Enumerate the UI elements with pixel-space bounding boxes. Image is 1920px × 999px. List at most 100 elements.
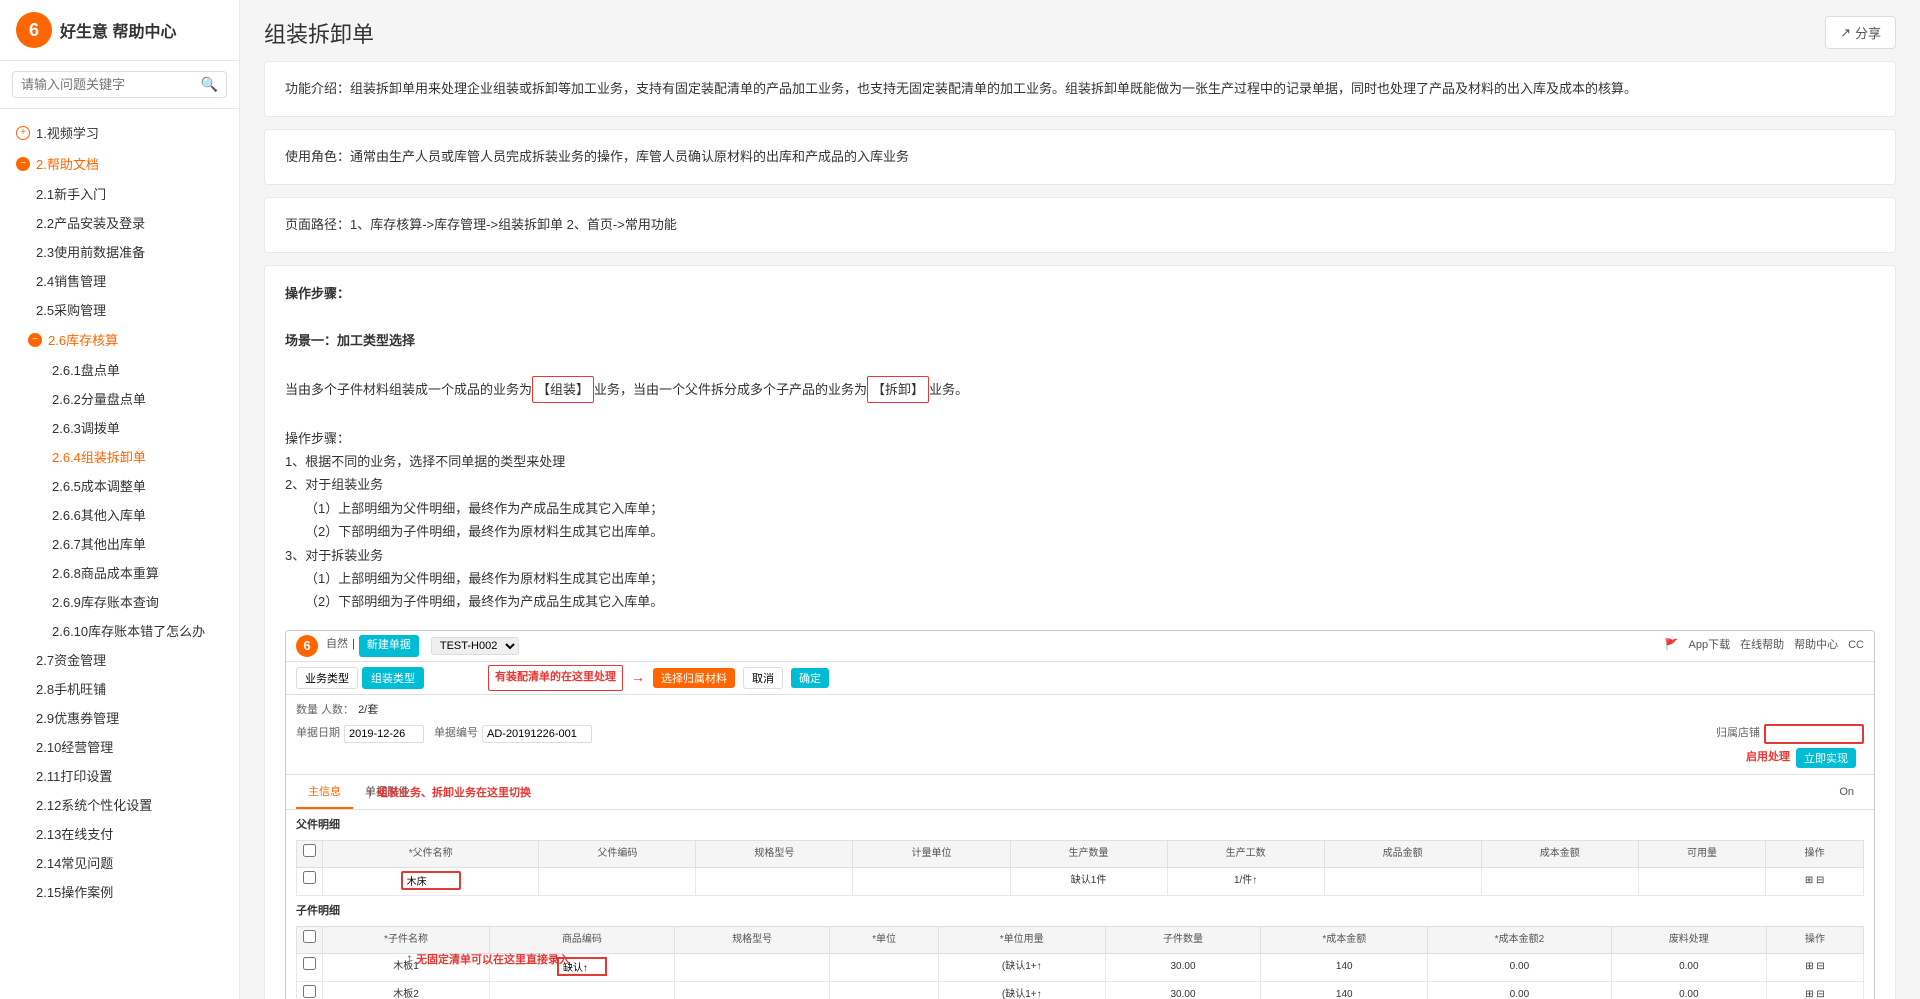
- sidebar-item-2-11[interactable]: 2.11打印设置: [0, 761, 239, 790]
- sidebar-item-2-14[interactable]: 2.14常见问题: [0, 848, 239, 877]
- sidebar-item-2-6-5[interactable]: 2.6.5成本调整单: [0, 471, 239, 500]
- topbar-help: 在线帮助: [1740, 636, 1784, 656]
- child-unit-qty-2: (缺认1+↑: [938, 981, 1105, 999]
- row-checkbox[interactable]: [303, 871, 316, 884]
- sidebar-item-2-12[interactable]: 2.12系统个性化设置: [0, 790, 239, 819]
- date-label: 单据日期: [296, 724, 340, 744]
- row-op-icon[interactable]: ⊞ ⊟: [1805, 875, 1825, 886]
- upper-table-header: *父件名称 父件编码 规格型号 计量单位 生产数量 生产工数 成品金额 成本金额…: [297, 840, 1864, 867]
- sidebar-item-2-7[interactable]: 2.7资金管理: [0, 645, 239, 674]
- sidebar-item-2-9[interactable]: 2.9优惠券管理: [0, 703, 239, 732]
- sidebar-item-2-6-2[interactable]: 2.6.2分量盘点单: [0, 384, 239, 413]
- app-logo-small: 6: [296, 635, 318, 657]
- path-text: 页面路径：1、库存核算->库存管理->组装拆卸单 2、首页->常用功能: [285, 214, 1875, 236]
- annotation1: 有装配清单的在这里处理: [488, 665, 623, 691]
- sidebar-item-2-3[interactable]: 2.3使用前数据准备: [0, 237, 239, 266]
- sidebar-item-2-6-6[interactable]: 2.6.6其他入库单: [0, 500, 239, 529]
- sidebar-item-2-2[interactable]: 2.2产品安装及登录: [0, 208, 239, 237]
- sidebar-item-2-6-7[interactable]: 2.6.7其他出库单: [0, 529, 239, 558]
- search-box[interactable]: 🔍: [12, 71, 227, 98]
- btn-choose-material[interactable]: 选择归属材料: [653, 668, 735, 688]
- table-row: 缺认1件 1/件↑ ⊞ ⊟: [297, 867, 1864, 895]
- child-waste-1: 0.00: [1611, 953, 1767, 981]
- role-text: 使用角色：通常由生产人员或库管人员完成拆装业务的操作，库管人员确认原材料的出库和…: [285, 146, 1875, 168]
- app-form-area: 数量 人数： 2/套 单据日期 单据编号: [286, 695, 1874, 776]
- search-icon[interactable]: 🔍: [201, 76, 218, 93]
- annotation4-area: ↑ 无固定清单可以在这里直接录入: [406, 946, 570, 971]
- btn-ok[interactable]: 立即实现: [1796, 748, 1856, 768]
- sidebar-item-2-13[interactable]: 2.13在线支付: [0, 819, 239, 848]
- sidebar-item-2-6-3[interactable]: 2.6.3调拨单: [0, 413, 239, 442]
- company-select[interactable]: TEST-H002: [431, 637, 519, 655]
- label-count: 数量 人数：: [296, 701, 354, 721]
- date-input[interactable]: [344, 725, 424, 743]
- tab-main[interactable]: 主信息: [296, 779, 353, 809]
- sidebar-item-label: 2.帮助文档: [36, 154, 99, 173]
- col-product-amount: 成品金额: [1324, 840, 1481, 867]
- on-label: On: [1839, 779, 1854, 803]
- annotation4-label: 无固定清单可以在这里直接录入: [416, 954, 570, 966]
- sidebar-item-2-6-8[interactable]: 2.6.8商品成本重算: [0, 558, 239, 587]
- nav-item-home[interactable]: 自然: [326, 635, 348, 657]
- icon-flag: 🚩: [1665, 636, 1679, 656]
- sidebar-item-2-6-4[interactable]: 2.6.4组装拆卸单: [0, 442, 239, 471]
- select-all-checkbox[interactable]: [303, 844, 316, 857]
- btn-zurück[interactable]: 业务类型: [296, 667, 358, 689]
- sidebar-item-2-6[interactable]: − 2.6库存核算: [0, 324, 239, 355]
- parent-name-input[interactable]: [401, 871, 461, 890]
- step3-sub: （1）上部明细为父件明细，最终作为原材料生成其它出库单； （2）下部明细为子件明…: [285, 567, 1875, 614]
- confirm-row: 启用处理 立即实现: [1716, 748, 1856, 768]
- sidebar-item-2-6-10[interactable]: 2.6.10库存账本错了怎么办: [0, 616, 239, 645]
- sidebar-item-docs[interactable]: − 2.帮助文档: [0, 148, 239, 179]
- topbar-helpcenter: 帮助中心: [1794, 636, 1838, 656]
- steps-section: 操作步骤： 场景一：加工类型选择 当由多个子件材料组装成一个成品的业务为【组装】…: [264, 265, 1896, 999]
- share-button[interactable]: ↗ 分享: [1825, 16, 1896, 49]
- child-unit-qty-1: (缺认1+↑: [938, 953, 1105, 981]
- app-logo: 6: [16, 12, 52, 48]
- btn-save[interactable]: 组装类型: [362, 667, 424, 689]
- col-unit: 计量单位: [853, 840, 1010, 867]
- step2-sub: （1）上部明细为父件明细，最终作为产成品生成其它入库单； （2）下部明细为子件明…: [285, 497, 1875, 544]
- upper-table-area: 父件明细 *父件名称 父件编码 规格型号 计量单位 生产数量 生产工数: [286, 810, 1874, 896]
- col-check: [297, 840, 323, 867]
- select-all-checkbox2[interactable]: [303, 930, 316, 943]
- form-row1: 数量 人数： 2/套: [296, 701, 1864, 721]
- child-cost1-1: 140: [1261, 953, 1428, 981]
- sidebar-item-2-5[interactable]: 2.5采购管理: [0, 295, 239, 324]
- role-card: 使用角色：通常由生产人员或库管人员完成拆装业务的操作，库管人员确认原材料的出库和…: [264, 129, 1896, 185]
- sidebar-item-2-6-1[interactable]: 2.6.1盘点单: [0, 355, 239, 384]
- col-produce-work: 生产工数: [1167, 840, 1324, 867]
- sidebar-item-videos[interactable]: + 1.视频学习: [0, 117, 239, 148]
- arrow4: ↑: [406, 950, 413, 966]
- sidebar-item-2-8[interactable]: 2.8手机旺铺: [0, 674, 239, 703]
- sidebar-item-2-10[interactable]: 2.10经营管理: [0, 732, 239, 761]
- warehouse-input[interactable]: [1764, 724, 1864, 744]
- app-screenshot: 6 自然 | 新建单据 TEST-H002 🚩 App下载 在线帮助 帮助中心: [285, 630, 1875, 999]
- warehouse-field: 归属店铺: [1716, 724, 1864, 744]
- btn-cancel[interactable]: 取消: [743, 667, 783, 689]
- col-parent-code: 父件编码: [539, 840, 696, 867]
- sidebar-item-2-4[interactable]: 2.4销售管理: [0, 266, 239, 295]
- arrow1: →: [631, 665, 645, 690]
- search-input[interactable]: [21, 77, 201, 92]
- number-input[interactable]: [482, 725, 592, 743]
- col-produce-qty: 生产数量: [1010, 840, 1167, 867]
- upper-table-label: 父件明细: [296, 816, 1864, 836]
- row-checkbox2[interactable]: [303, 957, 316, 970]
- app-nav: 自然 | 新建单据: [326, 635, 419, 657]
- expand-icon: +: [16, 126, 30, 140]
- cell-spec: [696, 867, 853, 895]
- steps-label: 操作步骤：: [285, 427, 1875, 450]
- sidebar-item-2-15[interactable]: 2.15操作案例: [0, 877, 239, 906]
- app-tabs-bar: 主信息 单据附件 ↑ 组装业务、拆卸业务在这里切换 On: [286, 775, 1874, 810]
- step3-sub2: （2）下部明细为子件明细，最终作为产成品生成其它入库单。: [305, 590, 1875, 613]
- share-label: 分享: [1855, 23, 1881, 42]
- col-child-cost1: *成本金额: [1261, 926, 1428, 953]
- cell-cost-amt: [1481, 867, 1638, 895]
- sidebar-item-2-6-9[interactable]: 2.6.9库存账本查询: [0, 587, 239, 616]
- btn-confirm[interactable]: 确定: [791, 668, 829, 688]
- nav-item-new[interactable]: 新建单据: [359, 635, 419, 657]
- row-checkbox3[interactable]: [303, 985, 316, 998]
- form-fields-left: 单据日期 单据编号: [296, 724, 592, 744]
- sidebar-item-2-1[interactable]: 2.1新手入门: [0, 179, 239, 208]
